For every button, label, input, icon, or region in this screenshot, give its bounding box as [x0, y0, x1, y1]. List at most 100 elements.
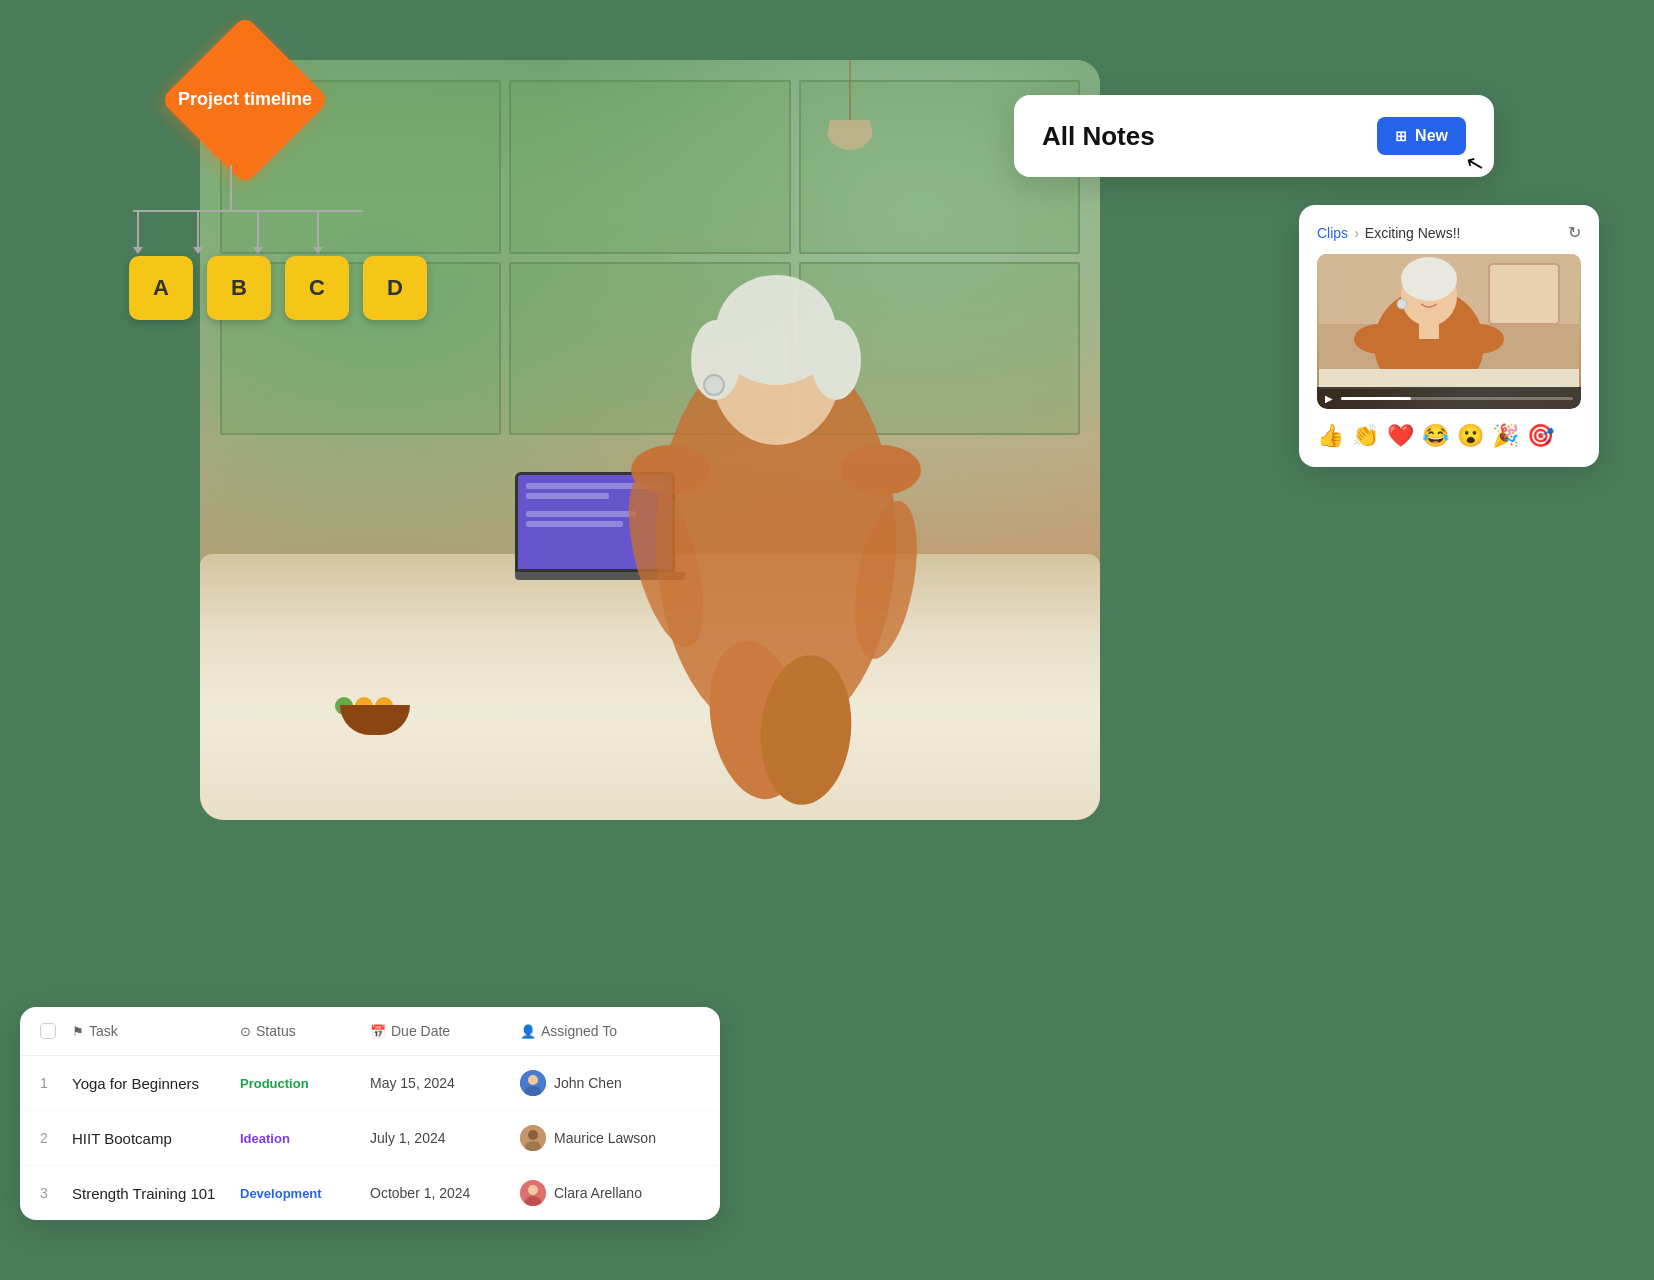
svg-point-8 [704, 375, 724, 395]
svg-point-9 [631, 445, 711, 495]
breadcrumb-separator: › [1354, 225, 1359, 241]
timeline-node-c: C [285, 256, 349, 320]
assigned-to-column-header: 👤 Assigned To [520, 1023, 700, 1039]
status-icon: ⊙ [240, 1024, 251, 1039]
svg-point-31 [528, 1185, 538, 1195]
reaction-party[interactable]: 🎉 [1492, 423, 1519, 449]
branch-line [137, 212, 139, 247]
status-badge-2: Ideation [240, 1128, 370, 1149]
svg-point-25 [528, 1075, 538, 1085]
reaction-heart[interactable]: ❤️ [1387, 423, 1414, 449]
table-row[interactable]: 3 Strength Training 101 Development Octo… [20, 1166, 720, 1220]
video-thumbnail: ▶ [1317, 254, 1581, 409]
due-date-3: October 1, 2024 [370, 1185, 520, 1201]
row-number-3: 3 [40, 1185, 72, 1201]
tree-branches [133, 212, 427, 254]
branch-line [257, 212, 259, 247]
timeline-node-b: B [207, 256, 271, 320]
timeline-node-d: D [363, 256, 427, 320]
svg-point-10 [841, 445, 921, 495]
svg-point-18 [1401, 257, 1457, 301]
video-controls: ▶ [1317, 387, 1581, 409]
svg-point-21 [1454, 324, 1504, 354]
status-badge-1: Production [240, 1073, 370, 1094]
due-date-1: May 15, 2024 [370, 1075, 520, 1091]
avatar-clara [520, 1180, 546, 1206]
new-note-icon: ⊞ [1395, 128, 1407, 144]
task-name-2: HIIT Bootcamp [72, 1130, 240, 1147]
reaction-laugh[interactable]: 😂 [1422, 423, 1449, 449]
assignee-name-3: Clara Arellano [554, 1185, 642, 1201]
svg-rect-23 [1319, 369, 1579, 389]
svg-point-28 [528, 1130, 538, 1140]
due-date-icon: 📅 [370, 1024, 386, 1039]
assignee-1: John Chen [520, 1070, 700, 1096]
branch-a [133, 212, 143, 254]
svg-rect-15 [1489, 264, 1559, 324]
fruit-bowl [335, 685, 415, 735]
table-row[interactable]: 2 HIIT Bootcamp Ideation July 1, 2024 Ma… [20, 1111, 720, 1166]
task-table-widget: ⚑ Task ⊙ Status 📅 Due Date 👤 Assigned To… [20, 1007, 720, 1220]
branch-arrow [133, 247, 143, 254]
window-pane [509, 80, 790, 254]
lamp-cord [849, 60, 851, 120]
breadcrumb-current-page: Exciting News!! [1365, 225, 1461, 241]
video-person-bg [1317, 254, 1581, 389]
new-note-label: New [1415, 127, 1448, 145]
tree-trunk [230, 165, 232, 210]
task-column-header: ⚑ Task [72, 1023, 240, 1039]
row-number-1: 1 [40, 1075, 72, 1091]
person-figure [566, 260, 986, 820]
timeline-diamond-text: Project timeline [178, 89, 312, 111]
timeline-node-a: A [129, 256, 193, 320]
branch-d [313, 212, 323, 254]
project-timeline-widget: Project timeline [155, 40, 427, 320]
reaction-target[interactable]: 🎯 [1527, 423, 1554, 449]
all-notes-title: All Notes [1042, 121, 1155, 152]
all-notes-widget: All Notes ⊞ New ↖ [1014, 95, 1494, 177]
branch-arrow [193, 247, 203, 254]
assignee-3: Clara Arellano [520, 1180, 700, 1206]
timeline-nodes: A B C D [129, 256, 427, 320]
reaction-wow[interactable]: 😮 [1457, 423, 1484, 449]
video-person-figure [1319, 254, 1579, 389]
branch-line [317, 212, 319, 247]
svg-rect-19 [1419, 319, 1439, 339]
table-header: ⚑ Task ⊙ Status 📅 Due Date 👤 Assigned To [20, 1007, 720, 1056]
video-progress-bar[interactable] [1341, 397, 1573, 400]
assignee-name-1: John Chen [554, 1075, 622, 1091]
new-note-button[interactable]: ⊞ New [1377, 117, 1466, 155]
branch-line [197, 212, 199, 247]
status-badge-3: Development [240, 1183, 370, 1204]
assignee-name-2: Maurice Lawson [554, 1130, 656, 1146]
task-column-label: Task [89, 1023, 118, 1039]
task-name-3: Strength Training 101 [72, 1185, 240, 1202]
due-date-column-label: Due Date [391, 1023, 450, 1039]
video-reactions: 👍 👏 ❤️ 😂 😮 🎉 🎯 [1317, 423, 1581, 449]
task-name-1: Yoga for Beginners [72, 1075, 240, 1092]
lamp-shade [825, 120, 875, 150]
pendant-lamp [825, 60, 875, 150]
due-date-2: July 1, 2024 [370, 1130, 520, 1146]
reaction-thumbsup[interactable]: 👍 [1317, 423, 1344, 449]
select-all-checkbox[interactable] [40, 1023, 56, 1039]
cursor-pointer: ↖ [1463, 149, 1487, 179]
branch-arrow [313, 247, 323, 254]
assigned-to-column-label: Assigned To [541, 1023, 617, 1039]
task-icon: ⚑ [72, 1024, 84, 1039]
play-button[interactable]: ▶ [1325, 393, 1333, 404]
svg-point-20 [1354, 324, 1404, 354]
breadcrumb-clips-link[interactable]: Clips [1317, 225, 1348, 241]
assignee-2: Maurice Lawson [520, 1125, 700, 1151]
assigned-to-icon: 👤 [520, 1024, 536, 1039]
avatar-john [520, 1070, 546, 1096]
avatar-maurice [520, 1125, 546, 1151]
refresh-button[interactable]: ↻ [1568, 223, 1581, 242]
reaction-clap[interactable]: 👏 [1352, 423, 1379, 449]
video-breadcrumb: Clips › Exciting News!! ↻ [1317, 223, 1581, 242]
svg-point-7 [811, 320, 861, 400]
table-row[interactable]: 1 Yoga for Beginners Production May 15, … [20, 1056, 720, 1111]
due-date-column-header: 📅 Due Date [370, 1023, 520, 1039]
video-clips-widget: Clips › Exciting News!! ↻ [1299, 205, 1599, 467]
branch-arrow [253, 247, 263, 254]
